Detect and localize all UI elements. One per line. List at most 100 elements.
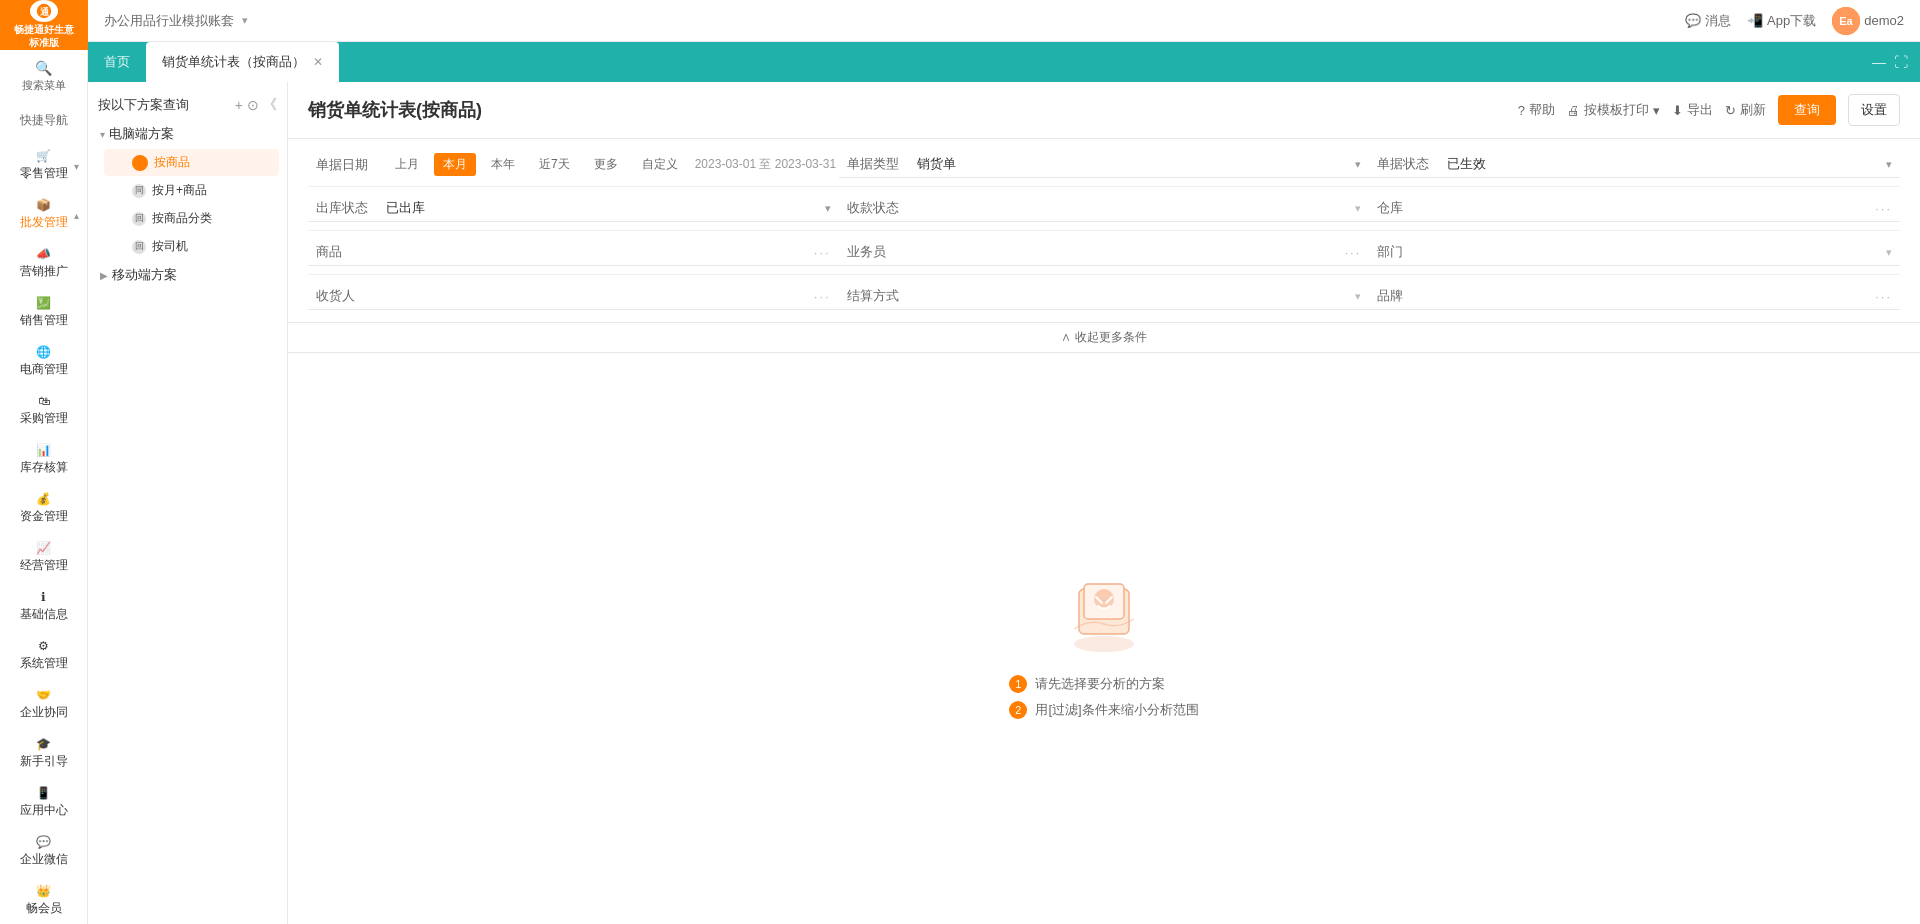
warehouse-label: 仓库 (1377, 199, 1447, 217)
scheme-collapse-icon[interactable]: 《 (263, 96, 277, 114)
date-7days-btn[interactable]: 近7天 (530, 153, 579, 176)
receive-status-arrow[interactable]: ▾ (1355, 202, 1361, 215)
app-name-dropdown[interactable]: ▾ (242, 14, 248, 27)
scheme-group-mobile-header[interactable]: ▶ 移动端方案 (92, 261, 283, 289)
out-status-value[interactable]: 已出库 (386, 199, 825, 217)
brand-dots[interactable]: ··· (1875, 289, 1892, 304)
doc-type-arrow[interactable]: ▾ (1355, 158, 1361, 171)
doc-status-arrow[interactable]: ▾ (1886, 158, 1892, 171)
print-icon: 🖨 (1567, 103, 1580, 118)
sidebar-item-ecommerce[interactable]: 🌐 电商管理 (0, 337, 87, 386)
tab-report[interactable]: 销货单统计表（按商品） ✕ (146, 42, 339, 82)
sidebar-item-retail[interactable]: 🛒 零售管理 ▾ (0, 141, 87, 190)
out-status-filter: 出库状态 已出库 ▾ (308, 195, 839, 222)
department-arrow[interactable]: ▾ (1886, 246, 1892, 259)
sidebar-item-wholesale[interactable]: 📦 批发管理 ▴ (0, 190, 87, 239)
app-download-button[interactable]: 📲 App下载 (1747, 12, 1816, 30)
appcenter-icon: 📱 (36, 786, 51, 800)
scheme-actions: + ⊙ 《 (235, 96, 277, 114)
marketing-icon: 📣 (36, 247, 51, 261)
help-button[interactable]: ? 帮助 (1518, 101, 1555, 119)
department-label: 部门 (1377, 243, 1447, 261)
scheme-item-by-month-product[interactable]: 同 按月+商品 (104, 177, 279, 204)
scheme-group-pc-header[interactable]: ▾ 电脑端方案 (92, 120, 283, 148)
scheme-edit-icon[interactable]: ⊙ (247, 97, 259, 113)
recipient-dots[interactable]: ··· (814, 289, 831, 304)
window-maximize-icon[interactable]: ⛶ (1894, 54, 1908, 70)
sidebar-item-inventory[interactable]: 📊 库存核算 (0, 435, 87, 484)
scheme-header-label: 按以下方案查询 (98, 96, 189, 114)
product-dots[interactable]: ··· (814, 245, 831, 260)
date-prev-month-btn[interactable]: 上月 (386, 153, 428, 176)
settlement-filter: 结算方式 ▾ (839, 283, 1370, 310)
sidebar-item-sales[interactable]: 💹 销售管理 (0, 288, 87, 337)
sidebar-item-purchase[interactable]: 🛍 采购管理 (0, 386, 87, 435)
brand-filter: 品牌 ··· (1369, 283, 1900, 310)
quick-nav[interactable]: 快捷导航 (0, 106, 87, 133)
sidebar-item-newbie[interactable]: 🎓 新手引导 (0, 729, 87, 778)
collapse-filter-bar[interactable]: ∧ 收起更多条件 (288, 323, 1920, 353)
ecommerce-icon: 🌐 (36, 345, 51, 359)
sidebar-item-finance[interactable]: 💰 资金管理 (0, 484, 87, 533)
salesperson-dots[interactable]: ··· (1344, 245, 1361, 260)
settings-button[interactable]: 设置 (1848, 94, 1900, 126)
date-current-year-btn[interactable]: 本年 (482, 153, 524, 176)
collapse-label: ∧ 收起更多条件 (1061, 329, 1146, 346)
doc-type-value[interactable]: 销货单 (917, 155, 1356, 173)
settlement-arrow[interactable]: ▾ (1355, 290, 1361, 303)
query-button[interactable]: 查询 (1778, 95, 1836, 125)
sidebar: 通 畅捷通好生意 标准版 🔍 搜索菜单 快捷导航 🛒 零售管理 ▾ 📦 批发管理… (0, 0, 88, 924)
svg-point-4 (1074, 636, 1134, 652)
scheme-item-by-printer[interactable]: 回 按司机 (104, 233, 279, 260)
sidebar-item-enterprise-label: 企业协同 (20, 704, 68, 721)
sidebar-item-newbie-label: 新手引导 (20, 753, 68, 770)
finance-icon: 💰 (36, 492, 51, 506)
date-more-btn[interactable]: 更多 (585, 153, 627, 176)
print-dropdown-arrow[interactable]: ▾ (1653, 103, 1660, 118)
operation-icon: 📈 (36, 541, 51, 555)
refresh-button[interactable]: ↻ 刷新 (1725, 101, 1766, 119)
header-app-name-section: 办公用品行业模拟账套 ▾ (104, 12, 248, 30)
print-button[interactable]: 🖨 按模板打印 ▾ (1567, 101, 1660, 119)
page-title: 销货单统计表(按商品) (308, 98, 482, 122)
date-custom-btn[interactable]: 自定义 (633, 153, 687, 176)
retail-icon: 🛒 (36, 149, 51, 163)
message-icon: 💬 (1685, 13, 1701, 28)
member-icon: 👑 (36, 884, 51, 898)
scheme-item-by-product[interactable]: 按商品 (104, 149, 279, 176)
date-filter-row: 单据日期 上月 本月 本年 近7天 更多 自定义 2023-03-01 至 20… (308, 151, 839, 178)
date-current-month-btn[interactable]: 本月 (434, 153, 476, 176)
export-label: 导出 (1687, 101, 1713, 119)
export-icon: ⬇ (1672, 103, 1683, 118)
scheme-item-by-category[interactable]: 回 按商品分类 (104, 205, 279, 232)
wholesale-arrow: ▴ (74, 209, 79, 220)
sidebar-item-system[interactable]: ⚙ 系统管理 (0, 631, 87, 680)
system-icon: ⚙ (38, 639, 49, 653)
tab-close-icon[interactable]: ✕ (313, 55, 323, 69)
warehouse-dots[interactable]: ··· (1875, 201, 1892, 216)
tab-home[interactable]: 首页 (88, 42, 146, 82)
sidebar-item-corpwechat[interactable]: 💬 企业微信 (0, 827, 87, 876)
settlement-label: 结算方式 (847, 287, 917, 305)
sidebar-item-basic[interactable]: ℹ 基础信息 (0, 582, 87, 631)
logo[interactable]: 通 畅捷通好生意 标准版 (0, 0, 88, 50)
search-menu[interactable]: 🔍 搜索菜单 (22, 50, 66, 98)
mobile-group-arrow: ▶ (100, 270, 108, 281)
doc-status-value[interactable]: 已生效 (1447, 155, 1886, 173)
sidebar-item-operation[interactable]: 📈 经营管理 (0, 533, 87, 582)
window-minimize-icon[interactable]: — (1872, 54, 1886, 70)
sidebar-item-marketing-label: 营销推广 (20, 263, 68, 280)
sidebar-item-appcenter[interactable]: 📱 应用中心 (0, 778, 87, 827)
scheme-add-icon[interactable]: + (235, 97, 243, 113)
warehouse-filter: 仓库 ··· (1369, 195, 1900, 222)
sidebar-item-enterprise[interactable]: 🤝 企业协同 (0, 680, 87, 729)
product-filter: 商品 ··· (308, 239, 839, 266)
recipient-label: 收货人 (316, 287, 386, 305)
message-button[interactable]: 💬 消息 (1685, 12, 1731, 30)
scheme-item-by-month-label: 按月+商品 (152, 182, 207, 199)
sidebar-item-member[interactable]: 👑 畅会员 (0, 876, 87, 924)
export-button[interactable]: ⬇ 导出 (1672, 101, 1713, 119)
out-status-arrow[interactable]: ▾ (825, 202, 831, 215)
user-menu[interactable]: Ea demo2 (1832, 7, 1904, 35)
sidebar-item-marketing[interactable]: 📣 营销推广 (0, 239, 87, 288)
